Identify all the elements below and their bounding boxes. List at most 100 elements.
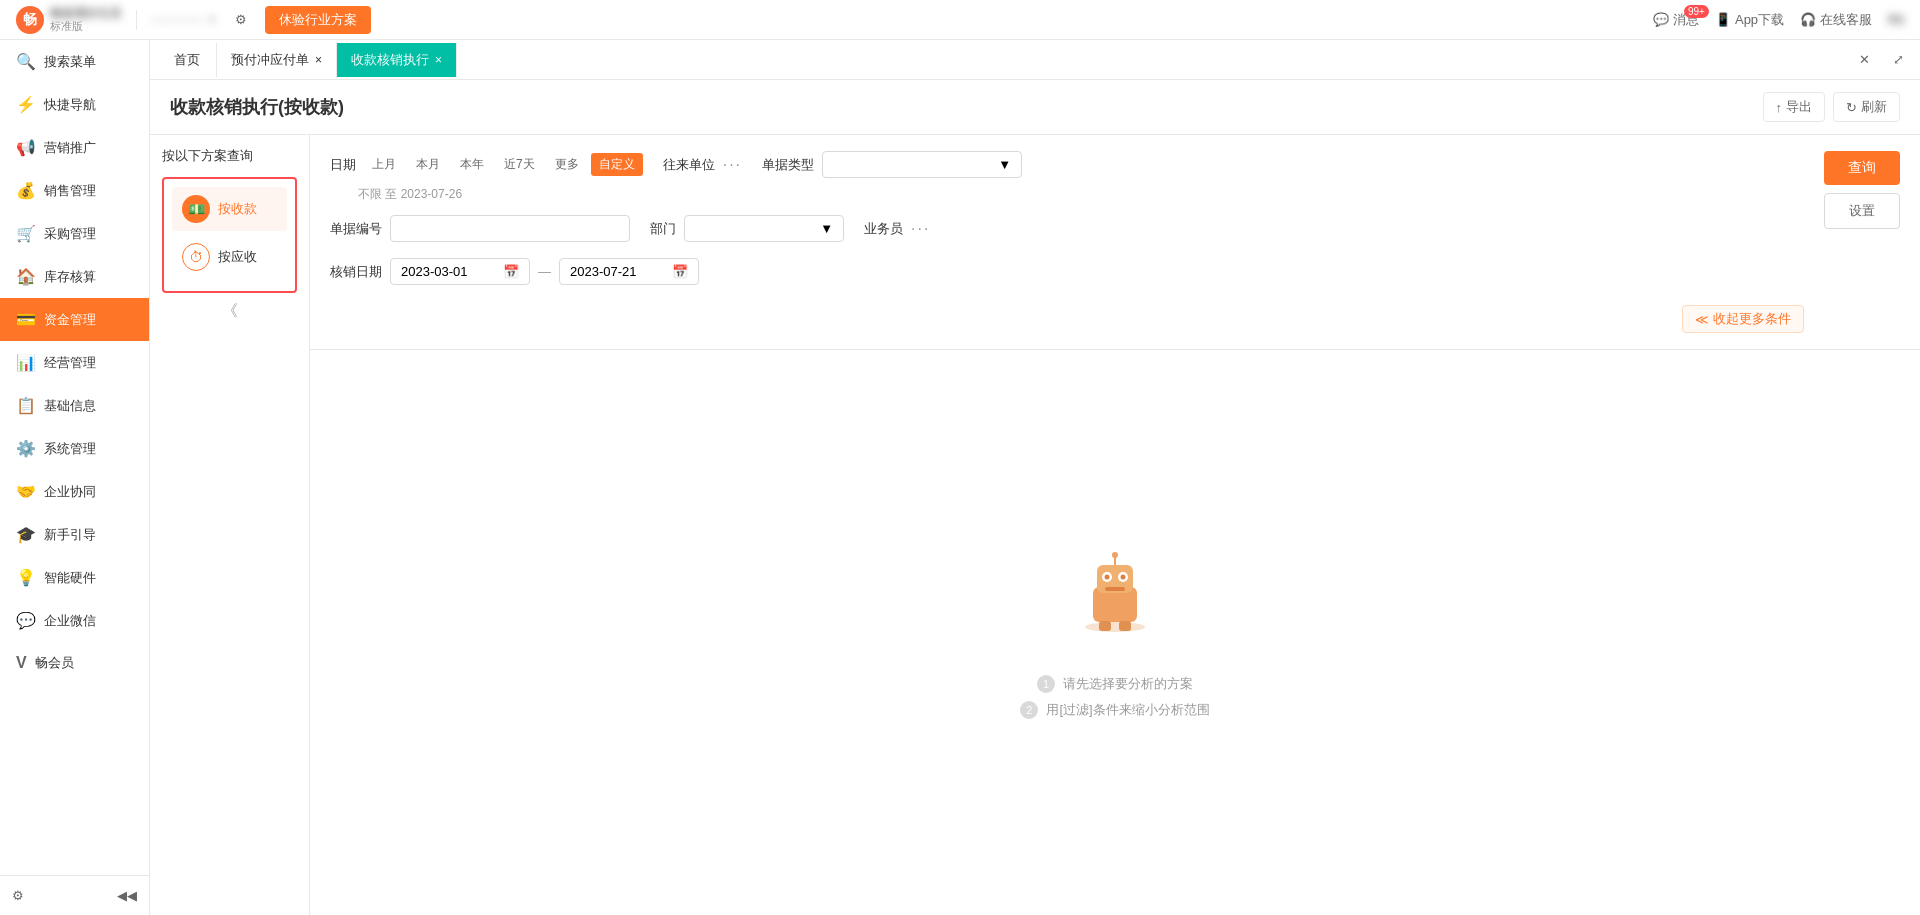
member-icon: V	[16, 654, 27, 672]
query-option-by-receivable[interactable]: ⏱ 按应收	[172, 235, 287, 279]
sidebar-item-label: 企业协同	[44, 483, 96, 501]
sidebar-item-quick-nav[interactable]: ⚡ 快捷导航	[0, 83, 149, 126]
tab-close-window-icon[interactable]: ✕	[1850, 46, 1878, 74]
app-label: App下载	[1735, 11, 1784, 29]
logo-text: 畅捷通好生意	[50, 6, 122, 20]
content-area: 按以下方案查询 💵 按收款 ⏱ 按应收 《	[150, 135, 1920, 915]
filter-counterparty-item: 往来单位 ···	[663, 156, 742, 174]
sidebar-item-system[interactable]: ⚙️ 系统管理	[0, 427, 149, 470]
sidebar-item-inventory[interactable]: 🏠 库存核算	[0, 255, 149, 298]
counterparty-selector[interactable]: ···	[723, 156, 742, 174]
filter-date-item: 日期 上月 本月 本年 近7天 更多 自定义	[330, 153, 643, 176]
sidebar-item-hardware[interactable]: 💡 智能硬件	[0, 556, 149, 599]
sidebar-settings-icon[interactable]: ⚙	[0, 876, 36, 915]
online-service[interactable]: 🎧 在线客服	[1800, 11, 1872, 29]
basic-info-icon: 📋	[16, 396, 36, 415]
solution-button[interactable]: 休验行业方案	[265, 6, 371, 34]
settings-icon[interactable]: ⚙	[227, 6, 255, 34]
system-icon: ⚙️	[16, 439, 36, 458]
filter-billnum-item: 单据编号	[330, 215, 630, 242]
date-btn-custom[interactable]: 自定义	[591, 153, 643, 176]
svg-rect-10	[1099, 621, 1111, 631]
sidebar-item-label: 企业微信	[44, 612, 96, 630]
sidebar-collapse-icon[interactable]: ◀◀	[105, 876, 149, 915]
enterprise-icon: 🤝	[16, 482, 36, 501]
empty-step-2: 2 用[过滤]条件来缩小分析范围	[1020, 701, 1209, 719]
sidebar-item-label: 新手引导	[44, 526, 96, 544]
refresh-icon: ↻	[1846, 100, 1857, 115]
svg-point-0	[1085, 622, 1145, 632]
date-btn-this-month[interactable]: 本月	[408, 153, 448, 176]
sidebar-item-label: 销售管理	[44, 182, 96, 200]
receipt-icon: 💵	[182, 195, 210, 223]
filter-billtype-label: 单据类型	[762, 156, 814, 174]
date-btn-7days[interactable]: 近7天	[496, 153, 543, 176]
message-count: 99+	[1684, 5, 1709, 18]
settings-button[interactable]: 设置	[1824, 193, 1900, 229]
writeoff-start-date[interactable]: 2023-03-01 📅	[390, 258, 530, 285]
tab-writeoff-close[interactable]: ×	[435, 53, 442, 67]
query-option-by-receipt[interactable]: 💵 按收款	[172, 187, 287, 231]
sidebar-item-marketing[interactable]: 📢 营销推广	[0, 126, 149, 169]
message-icon: 💬	[1653, 12, 1669, 27]
user-name[interactable]: Rit	[1888, 12, 1904, 27]
search-icon: 🔍	[16, 52, 36, 71]
writeoff-end-date[interactable]: 2023-07-21 📅	[559, 258, 699, 285]
sidebar-item-enterprise[interactable]: 🤝 企业协同	[0, 470, 149, 513]
query-option-receivable-label: 按应收	[218, 248, 257, 266]
export-button[interactable]: ↑ 导出	[1763, 92, 1826, 122]
sidebar-item-label: 营销推广	[44, 139, 96, 157]
empty-step-1-text: 请先选择要分析的方案	[1063, 675, 1193, 693]
date-btn-this-year[interactable]: 本年	[452, 153, 492, 176]
tab-home[interactable]: 首页	[158, 43, 217, 77]
sidebar-item-label: 资金管理	[44, 311, 96, 329]
date-btn-more[interactable]: 更多	[547, 153, 587, 176]
filter-billtype-item: 单据类型 ▼	[762, 151, 1022, 178]
department-select[interactable]: ▼	[684, 215, 844, 242]
topbar-divider	[136, 10, 137, 30]
query-option-receipt-label: 按收款	[218, 200, 257, 218]
sidebar-item-basic-info[interactable]: 📋 基础信息	[0, 384, 149, 427]
tab-prepay-close[interactable]: ×	[315, 53, 322, 67]
tab-writeoff[interactable]: 收款核销执行 ×	[337, 43, 457, 77]
sidebar-item-purchase[interactable]: 🛒 采购管理	[0, 212, 149, 255]
sidebar: 🔍 搜索菜单 ⚡ 快捷导航 📢 营销推广 💰 销售管理 🛒 采购管理 🏠 库存核…	[0, 40, 150, 915]
query-button[interactable]: 查询	[1824, 151, 1900, 185]
topbar-dropdown[interactable]: ———— ▼	[151, 12, 217, 27]
sidebar-item-operations[interactable]: 📊 经营管理	[0, 341, 149, 384]
sidebar-item-search[interactable]: 🔍 搜索菜单	[0, 40, 149, 83]
tab-expand-icon[interactable]: ⤢	[1884, 46, 1912, 74]
app-icon: 📱	[1715, 12, 1731, 27]
calendar-icon: 📅	[503, 264, 519, 279]
tab-writeoff-label: 收款核销执行	[351, 51, 429, 69]
wechat-icon: 💬	[16, 611, 36, 630]
inventory-icon: 🏠	[16, 267, 36, 286]
filter-billnum-label: 单据编号	[330, 220, 382, 238]
filter-row-2: 单据编号 部门 ▼	[330, 215, 1804, 242]
date-btn-last-month[interactable]: 上月	[364, 153, 404, 176]
sidebar-item-finance[interactable]: 💳 资金管理	[0, 298, 149, 341]
refresh-button[interactable]: ↻ 刷新	[1833, 92, 1900, 122]
billtype-select[interactable]: ▼	[822, 151, 1022, 178]
filter-action-col: 查询 设置	[1824, 151, 1900, 229]
dropdown-text: ————	[151, 12, 203, 27]
chevron-down-icon: ▼	[998, 157, 1011, 172]
sidebar-item-wechat[interactable]: 💬 企业微信	[0, 599, 149, 642]
filter-writeoff-date-item: 核销日期 2023-03-01 📅 — 2023-07-21	[330, 258, 699, 285]
salesperson-selector[interactable]: ···	[911, 220, 930, 238]
app-download[interactable]: 📱 App下载	[1715, 11, 1784, 29]
filter-salesperson-item: 业务员 ···	[864, 220, 930, 238]
panel-collapse-button[interactable]: 《	[162, 301, 297, 322]
sidebar-item-member[interactable]: V 畅会员	[0, 642, 149, 684]
chevron-down-icon: ▼	[820, 221, 833, 236]
collapse-more-button[interactable]: ≪ 收起更多条件	[1682, 305, 1804, 333]
sidebar-item-sales[interactable]: 💰 销售管理	[0, 169, 149, 212]
filter-date-label: 日期	[330, 156, 356, 174]
sidebar-item-guide[interactable]: 🎓 新手引导	[0, 513, 149, 556]
message-badge[interactable]: 💬 消息 99+	[1653, 11, 1699, 29]
filter-billnum-input[interactable]	[390, 215, 630, 242]
empty-state: 1 请先选择要分析的方案 2 用[过滤]条件来缩小分析范围	[310, 350, 1920, 915]
edition-text: 标准版	[50, 20, 122, 33]
chevron-down-icon: ▼	[207, 14, 217, 25]
tab-prepay[interactable]: 预付冲应付单 ×	[217, 43, 337, 77]
